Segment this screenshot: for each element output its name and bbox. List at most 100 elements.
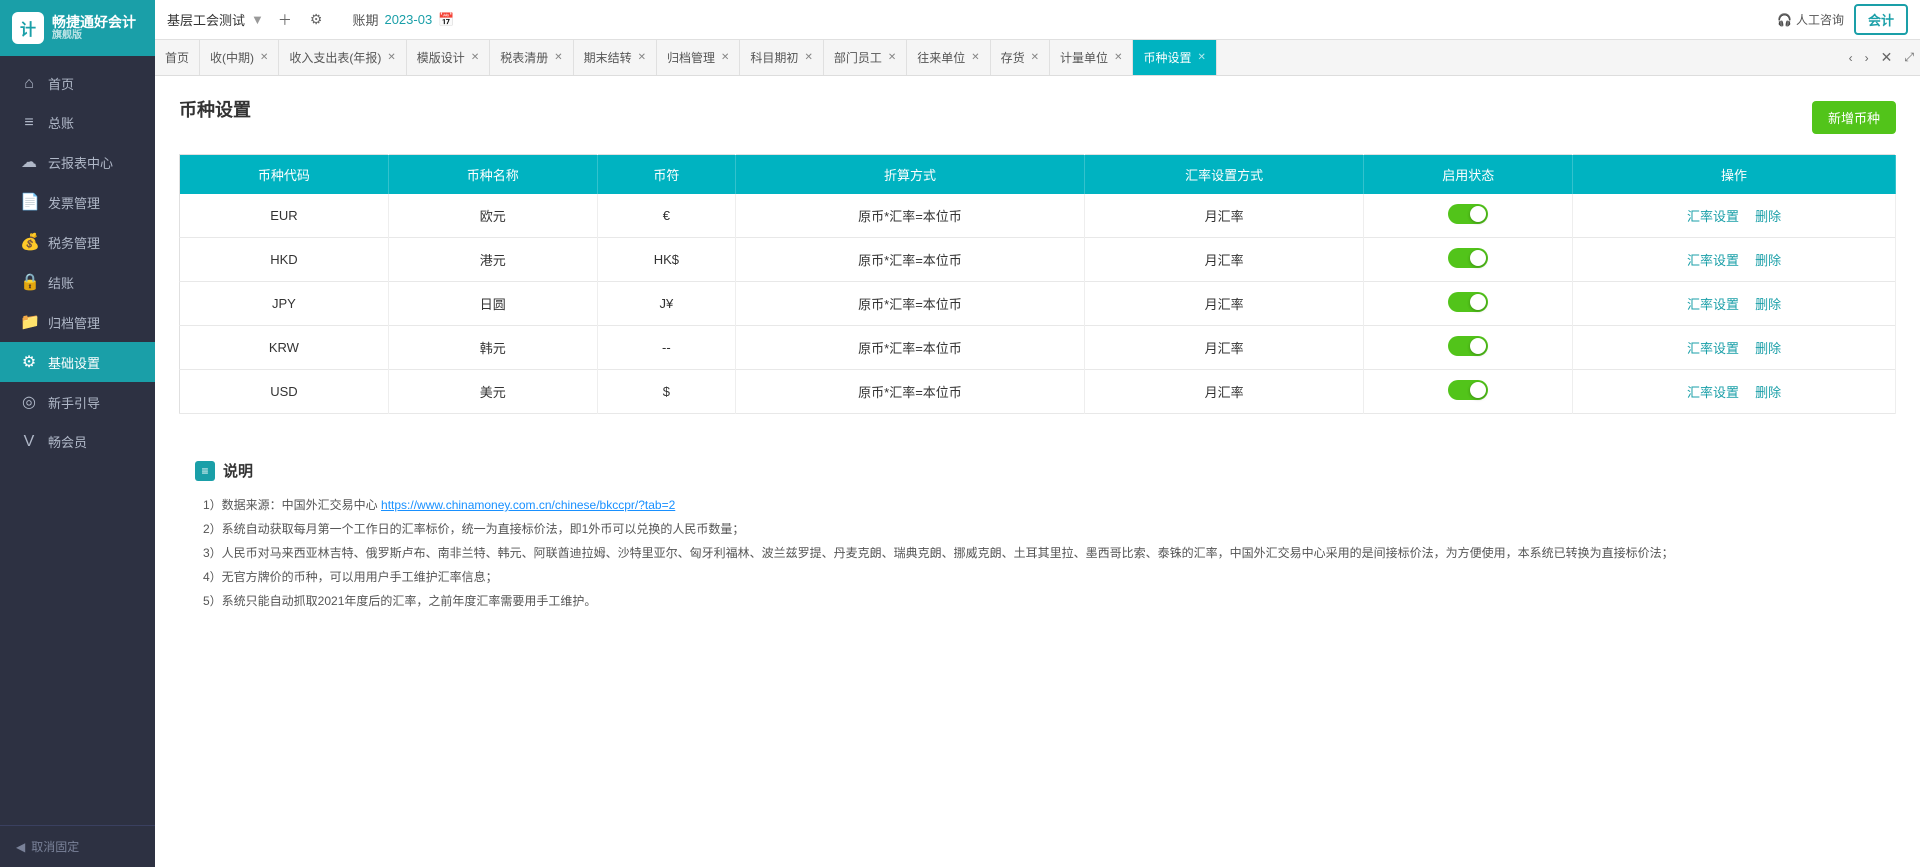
tab-tax[interactable]: 税表清册 ✕ <box>490 40 573 76</box>
tab-tax-label: 税表清册 <box>500 49 548 66</box>
toggle-enabled[interactable] <box>1448 248 1488 268</box>
cell-name: 欧元 <box>388 194 597 238</box>
sidebar-item-home[interactable]: ⌂ 首页 <box>0 64 155 103</box>
tab-income-close[interactable]: ✕ <box>387 52 395 63</box>
tab-period-end[interactable]: 期末结转 ✕ <box>574 40 657 76</box>
sidebar-item-closing[interactable]: 🔒 结账 <box>0 262 155 302</box>
cell-name: 美元 <box>388 370 597 414</box>
sidebar-item-report[interactable]: ☁ 云报表中心 <box>0 142 155 182</box>
project-selector[interactable]: 基层工会测试 ▼ <box>167 10 264 29</box>
sidebar-item-member[interactable]: V 畅会员 <box>0 422 155 461</box>
cell-status[interactable] <box>1364 282 1573 326</box>
cell-status[interactable] <box>1364 370 1573 414</box>
cell-symbol: -- <box>597 326 735 370</box>
topbar-right: 🎧 人工咨询 会计 <box>1777 4 1908 35</box>
cell-status[interactable] <box>1364 238 1573 282</box>
tab-archive-close[interactable]: ✕ <box>721 52 729 63</box>
sidebar-item-archive-label: 归档管理 <box>48 313 100 332</box>
toggle-thumb <box>1470 206 1486 222</box>
account-button[interactable]: 会计 <box>1854 4 1908 35</box>
sidebar-item-archive[interactable]: 📁 归档管理 <box>0 302 155 342</box>
toggle-track <box>1448 292 1488 312</box>
sidebar-item-tax[interactable]: 💰 税务管理 <box>0 222 155 262</box>
guide-icon: ◎ <box>20 392 38 412</box>
settings-button[interactable]: ⚙ <box>306 9 327 30</box>
tab-unit[interactable]: 往来单位 ✕ <box>907 40 990 76</box>
rate-setting-link[interactable]: 汇率设置 <box>1687 294 1739 313</box>
tabbar: 首页 收(中期) ✕ 收入支出表(年报) ✕ 模版设计 ✕ 税表清册 ✕ 期末结… <box>155 40 1920 76</box>
cell-status[interactable] <box>1364 326 1573 370</box>
tab-subject[interactable]: 科目期初 ✕ <box>740 40 823 76</box>
col-rate-type: 汇率设置方式 <box>1084 155 1363 195</box>
cloud-icon: ☁ <box>20 152 38 172</box>
add-currency-button[interactable]: 新增币种 <box>1812 101 1896 134</box>
tab-template-close[interactable]: ✕ <box>471 52 479 63</box>
tab-stock[interactable]: 存货 ✕ <box>991 40 1050 76</box>
tab-currency-close[interactable]: ✕ <box>1197 52 1205 63</box>
table-row: JPY 日圆 J¥ 原币*汇率=本位币 月汇率 汇率设置 删除 <box>180 282 1896 326</box>
support-button[interactable]: 🎧 人工咨询 <box>1777 11 1844 28</box>
cell-status[interactable] <box>1364 194 1573 238</box>
tab-currency[interactable]: 币种设置 ✕ <box>1133 40 1216 76</box>
sidebar-item-settings[interactable]: ⚙ 基础设置 <box>0 342 155 382</box>
tab-measure[interactable]: 计量单位 ✕ <box>1050 40 1133 76</box>
tab-template[interactable]: 模版设计 ✕ <box>407 40 490 76</box>
cell-name: 日圆 <box>388 282 597 326</box>
notes-item: 4）无官方牌价的币种，可以用用户手工维护汇率信息； <box>203 565 1880 589</box>
tab-measure-close[interactable]: ✕ <box>1114 52 1122 63</box>
cell-code: KRW <box>180 326 389 370</box>
tab-period-end-close[interactable]: ✕ <box>638 52 646 63</box>
tab-balance-close[interactable]: ✕ <box>260 52 268 63</box>
notes-icon: ≡ <box>195 461 215 481</box>
notes-title-text: 说明 <box>223 460 253 481</box>
rate-setting-link[interactable]: 汇率设置 <box>1687 338 1739 357</box>
tab-balance[interactable]: 收(中期) ✕ <box>200 40 279 76</box>
delete-link[interactable]: 删除 <box>1755 382 1781 401</box>
tab-next-button[interactable]: › <box>1859 40 1875 76</box>
notes-item: 1）数据来源：中国外汇交易中心 https://www.chinamoney.c… <box>203 493 1880 517</box>
cell-rate-type: 月汇率 <box>1084 238 1363 282</box>
sidebar-item-invoice[interactable]: 📄 发票管理 <box>0 182 155 222</box>
notes-item: 2）系统自动获取每月第一个工作日的汇率标价，统一为直接标价法，即1外币可以兑换的… <box>203 517 1880 541</box>
toggle-track <box>1448 204 1488 224</box>
table-row: KRW 韩元 -- 原币*汇率=本位币 月汇率 汇率设置 删除 <box>180 326 1896 370</box>
delete-link[interactable]: 删除 <box>1755 338 1781 357</box>
tab-home[interactable]: 首页 <box>155 40 200 76</box>
pin-toggle[interactable]: ◀ 取消固定 <box>0 825 155 867</box>
tab-income[interactable]: 收入支出表(年报) ✕ <box>279 40 406 76</box>
tab-expand-button[interactable]: ⤢ <box>1898 40 1920 76</box>
tab-stock-close[interactable]: ✕ <box>1031 52 1039 63</box>
toggle-enabled[interactable] <box>1448 292 1488 312</box>
tab-unit-close[interactable]: ✕ <box>971 52 979 63</box>
toggle-thumb <box>1470 294 1486 310</box>
tab-dept[interactable]: 部门员工 ✕ <box>824 40 907 76</box>
sidebar-item-report-label: 云报表中心 <box>48 153 113 172</box>
toggle-track <box>1448 380 1488 400</box>
tab-prev-button[interactable]: ‹ <box>1843 40 1859 76</box>
sidebar-item-guide[interactable]: ◎ 新手引导 <box>0 382 155 422</box>
period-value: 2023-03 <box>384 12 432 27</box>
rate-setting-link[interactable]: 汇率设置 <box>1687 382 1739 401</box>
delete-link[interactable]: 删除 <box>1755 294 1781 313</box>
settings-icon: ⚙ <box>20 352 38 372</box>
notes-list: 1）数据来源：中国外汇交易中心 https://www.chinamoney.c… <box>195 493 1880 613</box>
tab-close-all-button[interactable]: ✕ <box>1875 40 1899 76</box>
tab-tax-close[interactable]: ✕ <box>554 52 562 63</box>
rate-setting-link[interactable]: 汇率设置 <box>1687 250 1739 269</box>
toggle-enabled[interactable] <box>1448 336 1488 356</box>
headset-icon: 🎧 <box>1777 13 1792 27</box>
rate-setting-link[interactable]: 汇率设置 <box>1687 206 1739 225</box>
tab-dept-close[interactable]: ✕ <box>888 52 896 63</box>
sidebar-item-ledger[interactable]: ≡ 总账 <box>0 103 155 142</box>
sidebar-item-invoice-label: 发票管理 <box>48 193 100 212</box>
tab-subject-close[interactable]: ✕ <box>804 52 812 63</box>
toggle-enabled[interactable] <box>1448 204 1488 224</box>
delete-link[interactable]: 删除 <box>1755 250 1781 269</box>
tabbar-controls: ‹ › ✕ ⤢ <box>1843 40 1920 76</box>
delete-link[interactable]: 删除 <box>1755 206 1781 225</box>
tab-archive[interactable]: 归档管理 ✕ <box>657 40 740 76</box>
toggle-enabled[interactable] <box>1448 380 1488 400</box>
notes-link[interactable]: https://www.chinamoney.com.cn/chinese/bk… <box>381 498 675 512</box>
toggle-track <box>1448 248 1488 268</box>
add-project-button[interactable]: ＋ <box>274 8 296 32</box>
